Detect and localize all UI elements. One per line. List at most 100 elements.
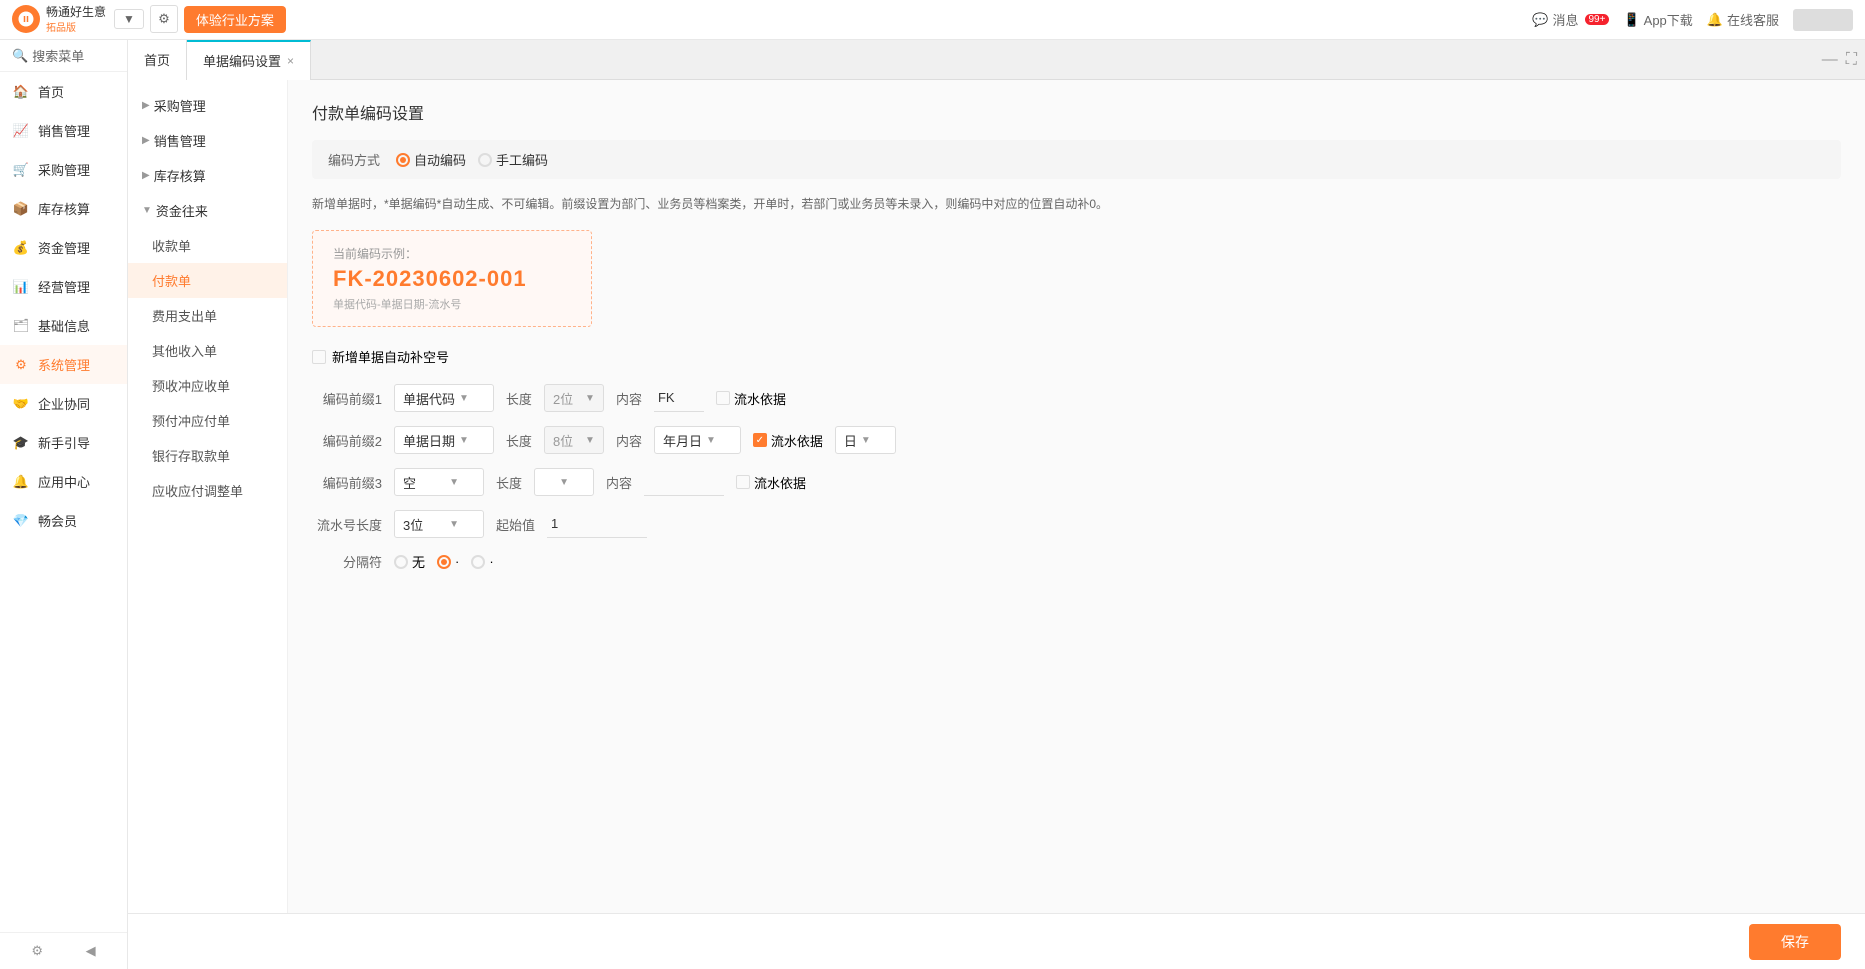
prefix2-content-value: 年月日 (663, 431, 702, 450)
prefix3-length-select[interactable]: ▼ (534, 468, 594, 496)
form-content: 付款单编码设置 编码方式 自动编码 手工编码 (288, 80, 1865, 913)
tab-encoding[interactable]: 单据编码设置 × (187, 40, 311, 80)
separator-label: 分隔符 (312, 552, 382, 571)
search-icon: 🔍 (12, 48, 28, 64)
chevron-right-icon-2: ▶ (142, 135, 150, 146)
prefix1-serial-checkbox[interactable] (716, 391, 730, 405)
prefix2-label: 编码前缀2 (312, 431, 382, 450)
sidebar-item-operations-label: 经营管理 (38, 277, 90, 296)
prefix2-arrow-icon: ▼ (459, 435, 469, 446)
appcenter-icon: 🔔 (12, 473, 30, 491)
sidebar-item-appcenter[interactable]: 🔔 应用中心 (0, 462, 127, 501)
prefix2-content-select[interactable]: 年月日 ▼ (654, 426, 741, 454)
sidebar-collapse-icon[interactable]: ◀ (86, 943, 96, 959)
tab-home[interactable]: 首页 (128, 40, 187, 80)
prefix2-select[interactable]: 单据日期 ▼ (394, 426, 494, 454)
sidebar-item-sales[interactable]: 📈 销售管理 (0, 111, 127, 150)
sidebar-settings-icon[interactable]: ⚙ (31, 943, 43, 959)
sidebar-item-purchase[interactable]: 🛒 采购管理 (0, 150, 127, 189)
prefix-row-1: 编码前缀1 单据代码 ▼ 长度 2位 ▼ 内容 流水依据 (312, 384, 1841, 412)
prefix1-select[interactable]: 单据代码 ▼ (394, 384, 494, 412)
sidebar-item-member[interactable]: 💎 畅会员 (0, 501, 127, 540)
auto-radio[interactable]: 自动编码 (396, 150, 466, 169)
code-preview-sub: 单据代码-单据日期-流水号 (333, 296, 571, 312)
search-menu[interactable]: 🔍 搜索菜单 (0, 40, 127, 72)
subnav-finance-title[interactable]: ▼ 资金往来 (128, 193, 287, 228)
subnav-expense[interactable]: 费用支出单 (128, 298, 287, 333)
sidebar-item-inventory[interactable]: 📦 库存核算 (0, 189, 127, 228)
online-service-label: 在线客服 (1727, 10, 1779, 29)
prefix3-content-input[interactable] (644, 468, 724, 496)
sidebar-item-home[interactable]: 🏠 首页 (0, 72, 127, 111)
info-text: 新增单据时，*单据编码*自动生成、不可编辑。前缀设置为部门、业务员等档案类，开单… (312, 195, 1841, 214)
online-service-item[interactable]: 🔔 在线客服 (1707, 10, 1779, 29)
subnav-adjust[interactable]: 应收应付调整单 (128, 473, 287, 508)
tab-maximize-icon[interactable]: ⛶ (1846, 51, 1857, 69)
user-avatar[interactable] (1793, 9, 1853, 31)
prefix2-serial-select[interactable]: 日 ▼ (835, 426, 896, 454)
prefix2-length-arrow: ▼ (585, 435, 595, 446)
messages-item[interactable]: 💬 消息 99+ (1532, 10, 1609, 29)
sidebar-item-basics[interactable]: 🗂 基础信息 (0, 306, 127, 345)
subnav-sales-label: 销售管理 (154, 131, 206, 150)
sep-radio-dot[interactable]: · (437, 554, 459, 569)
prefix3-length-label: 长度 (496, 473, 522, 492)
content-area: 首页 单据编码设置 × — ⛶ ▶ 采购管理 (128, 40, 1865, 969)
sidebar-item-system[interactable]: ⚙ 系统管理 (0, 345, 127, 384)
prefix2-length-input: 8位 ▼ (544, 426, 604, 454)
sidebar-item-cooperation-label: 企业协同 (38, 394, 90, 413)
start-value-input[interactable] (547, 510, 647, 538)
prefix3-serial-checkbox[interactable] (736, 475, 750, 489)
sep-radio-dot2[interactable]: · (471, 554, 493, 569)
encoding-method-label: 编码方式 (328, 150, 380, 169)
prefix1-length-value: 2位 (553, 389, 573, 408)
sep-dot-label: · (455, 554, 459, 569)
sep-radio-none[interactable]: 无 (394, 552, 425, 571)
prefix3-select[interactable]: 空 ▼ (394, 468, 484, 496)
logo: 畅通好生意 拓品版 (12, 5, 106, 34)
newbie-icon: 🎓 (12, 434, 30, 452)
logo-main-text: 畅通好生意 (46, 5, 106, 19)
dropdown-button[interactable]: ▼ (114, 9, 144, 29)
auto-fill-checkbox[interactable] (312, 350, 326, 364)
logo-icon (12, 5, 40, 33)
cooperation-icon: 🤝 (12, 395, 30, 413)
prefix2-content-label: 内容 (616, 431, 642, 450)
encoding-method-row: 编码方式 自动编码 手工编码 (312, 140, 1841, 179)
sidebar-item-cooperation[interactable]: 🤝 企业协同 (0, 384, 127, 423)
subnav-inventory-title[interactable]: ▶ 库存核算 (128, 158, 287, 193)
serial-length-label: 流水号长度 (312, 515, 382, 534)
subnav-receipt[interactable]: 收款单 (128, 228, 287, 263)
prefix3-content-label: 内容 (606, 473, 632, 492)
settings-gear-icon[interactable]: ⚙ (150, 5, 178, 33)
sidebar-item-finance[interactable]: 💰 资金管理 (0, 228, 127, 267)
subnav-payment[interactable]: 付款单 (128, 263, 287, 298)
prefix3-serial-label: 流水依据 (754, 473, 806, 492)
serial-length-arrow-icon: ▼ (449, 519, 459, 530)
manual-radio[interactable]: 手工编码 (478, 150, 548, 169)
sidebar-item-appcenter-label: 应用中心 (38, 472, 90, 491)
serial-length-select[interactable]: 3位 ▼ (394, 510, 484, 538)
prefix1-content-input[interactable] (654, 384, 704, 412)
subnav-other-income[interactable]: 其他收入单 (128, 333, 287, 368)
sidebar-item-operations[interactable]: 📊 经营管理 (0, 267, 127, 306)
prefix3-length-arrow-icon: ▼ (559, 477, 569, 488)
prefix1-arrow-icon: ▼ (459, 393, 469, 404)
code-preview-label: 当前编码示例： (333, 245, 571, 262)
subnav-sales-title[interactable]: ▶ 销售管理 (128, 123, 287, 158)
tab-close-icon[interactable]: × (287, 54, 294, 68)
subnav-prepay-receivable[interactable]: 预收冲应收单 (128, 368, 287, 403)
sidebar-item-newbie[interactable]: 🎓 新手引导 (0, 423, 127, 462)
industry-button[interactable]: 体验行业方案 (184, 6, 286, 33)
prefix2-serial-checkbox[interactable] (753, 433, 767, 447)
prefix3-value: 空 (403, 473, 416, 492)
save-button[interactable]: 保存 (1749, 924, 1841, 960)
app-download-item[interactable]: 📱 App下载 (1623, 10, 1692, 29)
subnav-prepay-payment[interactable]: 预付冲应付单 (128, 403, 287, 438)
subnav-purchase-title[interactable]: ▶ 采购管理 (128, 88, 287, 123)
subnav-bank-deposit[interactable]: 银行存取款单 (128, 438, 287, 473)
sidebar-item-system-label: 系统管理 (38, 355, 90, 374)
tab-bar: 首页 单据编码设置 × — ⛶ (128, 40, 1865, 80)
prefix1-length-label: 长度 (506, 389, 532, 408)
tab-minimize-icon[interactable]: — (1822, 51, 1838, 69)
